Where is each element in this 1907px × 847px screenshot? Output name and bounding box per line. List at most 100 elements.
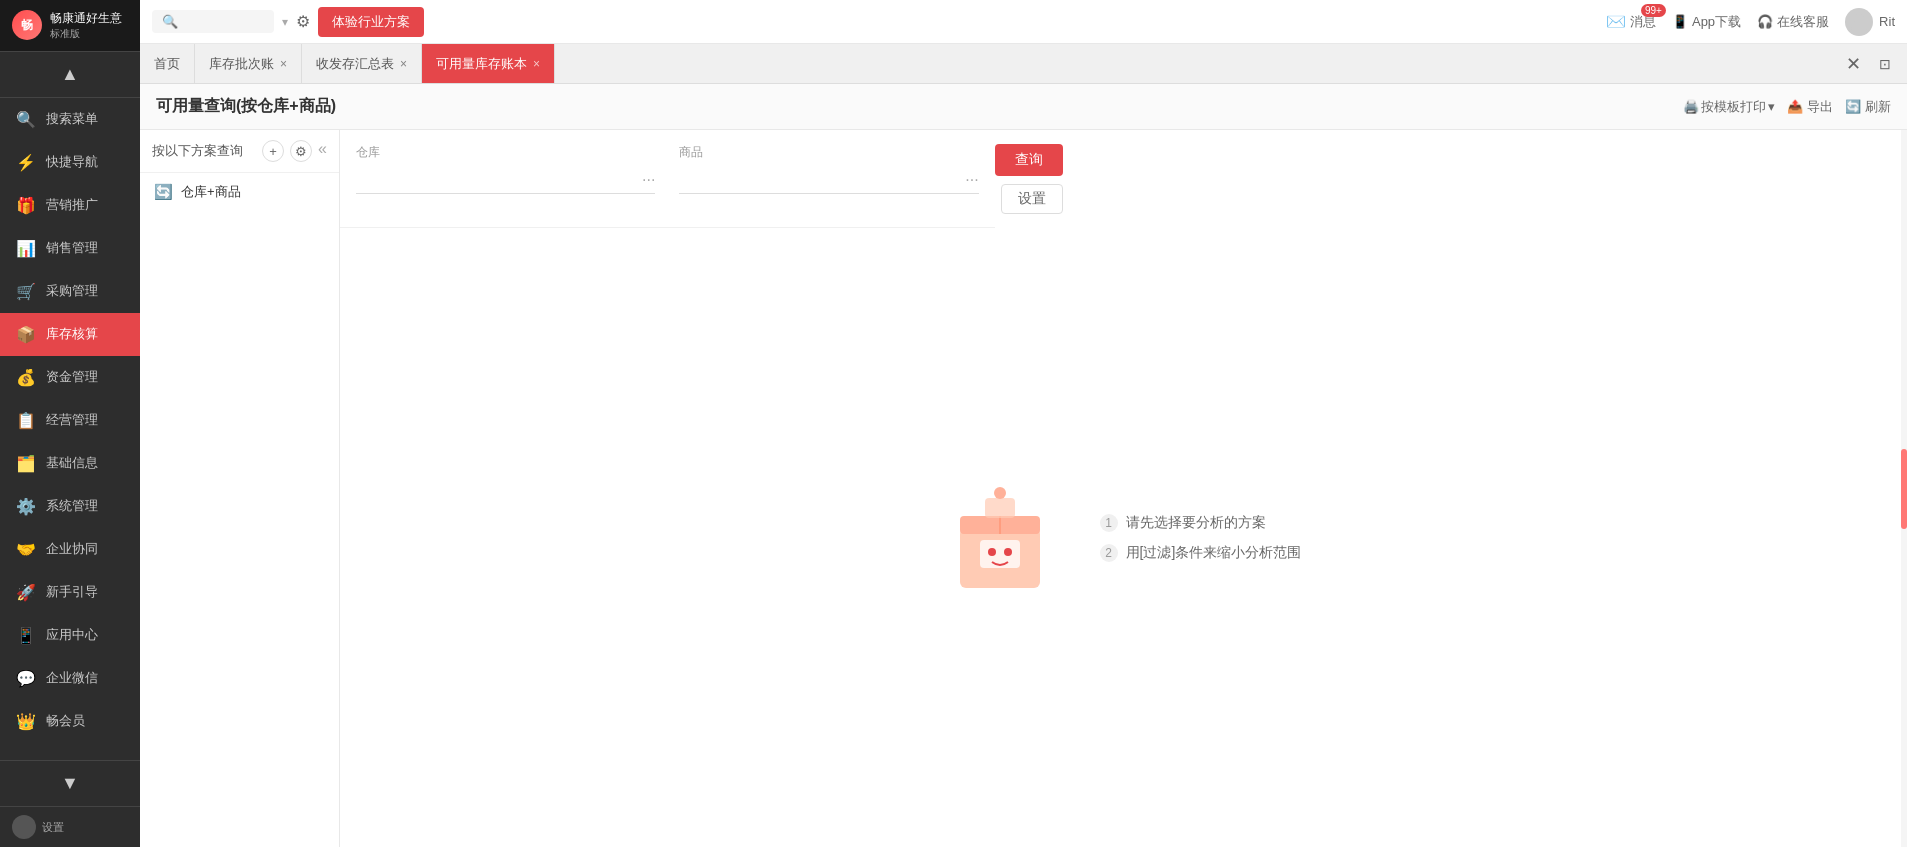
- sidebar-item-operations[interactable]: 📋 经营管理: [0, 399, 140, 442]
- tab-available-qty[interactable]: 可用量库存账本 ×: [422, 44, 555, 83]
- tab-receipt-summary[interactable]: 收发存汇总表 ×: [302, 44, 422, 83]
- dropdown-arrow-icon[interactable]: ▾: [282, 15, 288, 29]
- sidebar-scroll-down[interactable]: ▼: [45, 765, 95, 802]
- svg-point-6: [988, 548, 996, 556]
- search-icon: 🔍: [16, 110, 36, 129]
- expand-button[interactable]: ⊡: [1871, 50, 1899, 78]
- user-avatar: [1845, 8, 1873, 36]
- print-button[interactable]: 🖨️ 按模板打印 ▾: [1683, 98, 1775, 116]
- collapse-panel-button[interactable]: «: [318, 140, 327, 162]
- filter-item-label: 仓库+商品: [181, 183, 241, 201]
- industry-button[interactable]: 体验行业方案: [318, 7, 424, 37]
- add-filter-button[interactable]: +: [262, 140, 284, 162]
- right-scrollbar[interactable]: [1901, 449, 1907, 529]
- sidebar-item-search[interactable]: 🔍 搜索菜单: [0, 98, 140, 141]
- sidebar-item-marketing[interactable]: 🎁 营销推广: [0, 184, 140, 227]
- sidebar-title: 畅康通好生意: [50, 10, 122, 27]
- warehouse-more-icon[interactable]: ···: [642, 171, 655, 189]
- sidebar-item-wechat[interactable]: 💬 企业微信: [0, 657, 140, 700]
- topbar: 🔍 ▾ ⚙ 体验行业方案 ✉️ 消息 99+ 📱 App下载 🎧 在线客服: [140, 0, 1907, 44]
- message-button[interactable]: ✉️ 消息 99+: [1606, 12, 1656, 31]
- sidebar-menu: 🔍 搜索菜单 ⚡ 快捷导航 🎁 营销推广 📊 销售管理 🛒 采购管理 📦 库存核…: [0, 98, 140, 760]
- service-label: 在线客服: [1777, 13, 1829, 31]
- sidebar-item-shortcut[interactable]: ⚡ 快捷导航: [0, 141, 140, 184]
- sidebar-item-inventory[interactable]: 📦 库存核算: [0, 313, 140, 356]
- filter-item-warehouse-goods[interactable]: 🔄 仓库+商品: [140, 173, 339, 211]
- user-avatar: [12, 815, 36, 839]
- topbar-search-input[interactable]: [184, 15, 264, 29]
- sidebar-item-label: 畅会员: [46, 712, 85, 730]
- filter-settings-button[interactable]: ⚙: [290, 140, 312, 162]
- tab-receipt-summary-close[interactable]: ×: [400, 57, 407, 71]
- sidebar: 畅 畅康通好生意 标准版 ▲ 🔍 搜索菜单 ⚡ 快捷导航 🎁 营销推广 📊 销售…: [0, 0, 140, 847]
- sidebar-item-purchase[interactable]: 🛒 采购管理: [0, 270, 140, 313]
- apps-icon: 📱: [16, 626, 36, 645]
- goods-more-icon[interactable]: ···: [965, 171, 978, 189]
- page-actions: 🖨️ 按模板打印 ▾ 📤 导出 🔄 刷新: [1683, 98, 1891, 116]
- tab-batch-account[interactable]: 库存批次账 ×: [195, 44, 302, 83]
- inventory-icon: 📦: [16, 325, 36, 344]
- refresh-label: 刷新: [1865, 98, 1891, 116]
- tab-available-qty-close[interactable]: ×: [533, 57, 540, 71]
- export-icon: 📤: [1787, 99, 1803, 114]
- online-service-button[interactable]: 🎧 在线客服: [1757, 13, 1829, 31]
- sidebar-item-member[interactable]: 👑 畅会员: [0, 700, 140, 743]
- empty-tip-1-text: 请先选择要分析的方案: [1126, 514, 1266, 532]
- sidebar-item-basic[interactable]: 🗂️ 基础信息: [0, 442, 140, 485]
- close-all-tabs-button[interactable]: ✕: [1839, 50, 1867, 78]
- main-area: 🔍 ▾ ⚙ 体验行业方案 ✉️ 消息 99+ 📱 App下载 🎧 在线客服: [140, 0, 1907, 847]
- tab-receipt-summary-label: 收发存汇总表: [316, 55, 394, 73]
- tab-home[interactable]: 首页: [140, 44, 195, 83]
- sidebar-item-enterprise[interactable]: 🤝 企业协同: [0, 528, 140, 571]
- app-download-button[interactable]: 📱 App下载: [1672, 13, 1741, 31]
- sidebar-item-system[interactable]: ⚙️ 系统管理: [0, 485, 140, 528]
- basic-icon: 🗂️: [16, 454, 36, 473]
- operations-icon: 📋: [16, 411, 36, 430]
- refresh-button[interactable]: 🔄 刷新: [1845, 98, 1891, 116]
- sidebar-item-sales[interactable]: 📊 销售管理: [0, 227, 140, 270]
- system-icon: ⚙️: [16, 497, 36, 516]
- service-icon: 🎧: [1757, 14, 1773, 29]
- sidebar-item-label: 应用中心: [46, 626, 98, 644]
- sidebar-item-finance[interactable]: 💰 资金管理: [0, 356, 140, 399]
- sidebar-item-newbie[interactable]: 🚀 新手引导: [0, 571, 140, 614]
- svg-point-1: [1851, 25, 1867, 33]
- sidebar-bottom-text: 设置: [42, 820, 64, 835]
- sidebar-item-apps[interactable]: 📱 应用中心: [0, 614, 140, 657]
- sidebar-scroll-up[interactable]: ▲: [45, 56, 95, 93]
- query-button[interactable]: 查询: [995, 144, 1063, 176]
- tabbar-actions: ✕ ⊡: [1831, 44, 1907, 83]
- tab-batch-account-close[interactable]: ×: [280, 57, 287, 71]
- empty-box-illustration: [940, 478, 1060, 608]
- mobile-icon: 📱: [1672, 14, 1688, 29]
- warehouse-input[interactable]: [356, 173, 636, 188]
- page-titlebar: 可用量查询(按仓库+商品) 🖨️ 按模板打印 ▾ 📤 导出 🔄 刷新: [140, 84, 1907, 130]
- finance-icon: 💰: [16, 368, 36, 387]
- empty-tips: 1 请先选择要分析的方案 2 用[过滤]条件来缩小分析范围: [1100, 514, 1302, 562]
- newbie-icon: 🚀: [16, 583, 36, 602]
- shortcut-icon: ⚡: [16, 153, 36, 172]
- sidebar-header: 畅 畅康通好生意 标准版: [0, 0, 140, 52]
- username-label: Rit: [1879, 14, 1895, 29]
- sidebar-logo: 畅: [12, 10, 42, 40]
- search-icon: 🔍: [162, 14, 178, 29]
- goods-label: 商品: [679, 144, 978, 161]
- message-badge: 99+: [1641, 4, 1666, 17]
- topbar-search-box[interactable]: 🔍: [152, 10, 274, 33]
- settings-button[interactable]: 设置: [1001, 184, 1063, 214]
- tab-batch-account-label: 库存批次账: [209, 55, 274, 73]
- goods-input[interactable]: [679, 173, 959, 188]
- sidebar-item-label: 系统管理: [46, 497, 98, 515]
- filter-title: 按以下方案查询: [152, 142, 243, 160]
- sidebar-item-label: 库存核算: [46, 325, 98, 343]
- print-label: 按模板打印: [1701, 98, 1766, 116]
- sidebar-item-label: 销售管理: [46, 239, 98, 257]
- export-button[interactable]: 📤 导出: [1787, 98, 1833, 116]
- tabbar: 首页 库存批次账 × 收发存汇总表 × 可用量库存账本 × ✕ ⊡: [140, 44, 1907, 84]
- warehouse-label: 仓库: [356, 144, 655, 161]
- sidebar-item-label: 经营管理: [46, 411, 98, 429]
- filter-item-icon: 🔄: [154, 183, 173, 201]
- query-panel: 仓库 ··· 商品 ··· 查询: [340, 130, 1901, 847]
- purchase-icon: 🛒: [16, 282, 36, 301]
- gear-icon[interactable]: ⚙: [296, 12, 310, 31]
